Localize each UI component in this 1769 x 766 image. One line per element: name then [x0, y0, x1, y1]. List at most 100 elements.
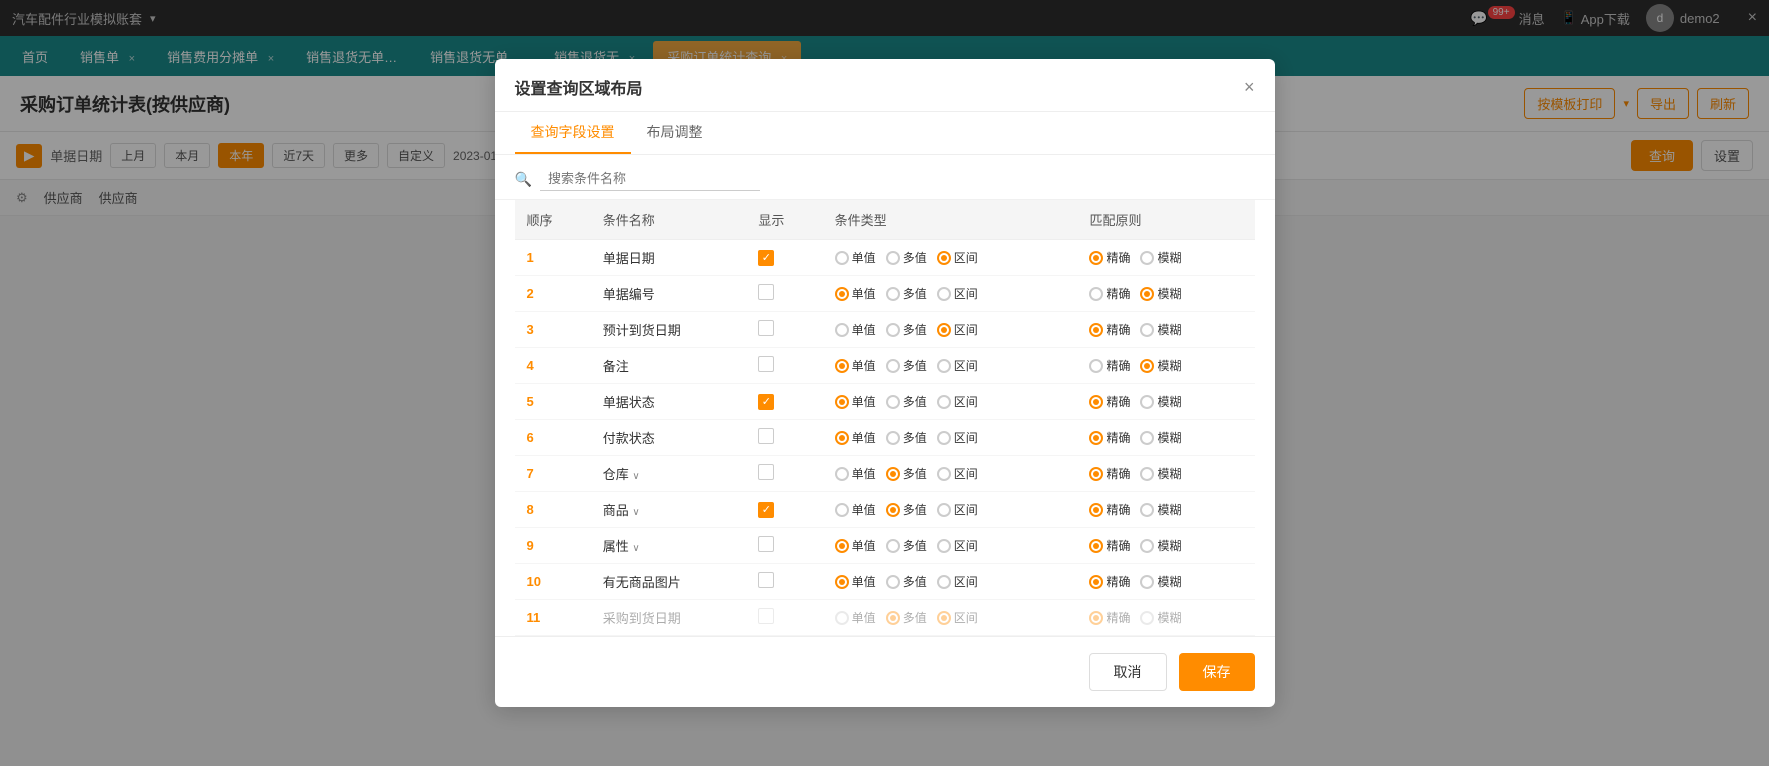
display-checkbox[interactable]	[758, 536, 774, 552]
modal-overlay[interactable]: 设置查询区域布局 × 查询字段设置 布局调整 🔍 顺序 条件名称 显示 条件类型	[0, 0, 1769, 766]
type-range-option[interactable]: 区间	[937, 501, 978, 518]
type-range-radio[interactable]	[937, 323, 951, 337]
search-input[interactable]	[540, 167, 760, 191]
type-range-option[interactable]: 区间	[937, 429, 978, 446]
type-single-option[interactable]: 单值	[835, 573, 876, 590]
modal-tab-layout[interactable]: 布局调整	[631, 112, 719, 154]
match-exact-radio[interactable]	[1089, 359, 1103, 373]
type-multi-option[interactable]: 多值	[886, 321, 927, 338]
type-range-radio[interactable]	[937, 251, 951, 265]
dropdown-icon[interactable]: ∨	[632, 507, 639, 518]
type-multi-radio[interactable]	[886, 395, 900, 409]
type-range-radio[interactable]	[937, 467, 951, 481]
type-range-radio[interactable]	[937, 503, 951, 517]
match-fuzzy-radio[interactable]	[1140, 431, 1154, 445]
match-exact-option[interactable]: 精确	[1089, 429, 1130, 446]
type-multi-option[interactable]: 多值	[886, 429, 927, 446]
type-multi-radio[interactable]	[886, 467, 900, 481]
match-exact-option[interactable]: 精确	[1089, 501, 1130, 518]
type-multi-radio[interactable]	[886, 611, 900, 625]
match-fuzzy-option[interactable]: 模糊	[1140, 609, 1181, 626]
type-multi-radio[interactable]	[886, 575, 900, 589]
type-single-radio[interactable]	[835, 467, 849, 481]
type-multi-option[interactable]: 多值	[886, 465, 927, 482]
type-single-radio[interactable]	[835, 323, 849, 337]
match-fuzzy-radio[interactable]	[1140, 611, 1154, 625]
match-exact-option[interactable]: 精确	[1089, 609, 1130, 626]
match-exact-radio[interactable]	[1089, 287, 1103, 301]
row-display[interactable]: ✓	[746, 384, 822, 420]
type-multi-radio[interactable]	[886, 251, 900, 265]
type-multi-option[interactable]: 多值	[886, 573, 927, 590]
display-checkbox[interactable]: ✓	[758, 250, 774, 266]
match-exact-radio[interactable]	[1089, 539, 1103, 553]
row-display[interactable]	[746, 420, 822, 456]
type-multi-option[interactable]: 多值	[886, 609, 927, 626]
match-fuzzy-radio[interactable]	[1140, 323, 1154, 337]
type-multi-option[interactable]: 多值	[886, 501, 927, 518]
type-range-radio[interactable]	[937, 431, 951, 445]
type-multi-option[interactable]: 多值	[886, 537, 927, 554]
type-single-option[interactable]: 单值	[835, 285, 876, 302]
match-exact-radio[interactable]	[1089, 395, 1103, 409]
match-exact-radio[interactable]	[1089, 575, 1103, 589]
match-exact-option[interactable]: 精确	[1089, 465, 1130, 482]
type-multi-radio[interactable]	[886, 539, 900, 553]
match-exact-radio[interactable]	[1089, 611, 1103, 625]
type-single-option[interactable]: 单值	[835, 357, 876, 374]
match-exact-option[interactable]: 精确	[1089, 537, 1130, 554]
row-display[interactable]	[746, 348, 822, 384]
type-range-radio[interactable]	[937, 539, 951, 553]
match-fuzzy-radio[interactable]	[1140, 287, 1154, 301]
row-display[interactable]	[746, 456, 822, 492]
match-fuzzy-option[interactable]: 模糊	[1140, 321, 1181, 338]
match-fuzzy-radio[interactable]	[1140, 503, 1154, 517]
type-range-option[interactable]: 区间	[937, 609, 978, 626]
display-checkbox[interactable]	[758, 356, 774, 372]
type-multi-option[interactable]: 多值	[886, 393, 927, 410]
type-single-radio[interactable]	[835, 611, 849, 625]
display-checkbox[interactable]	[758, 284, 774, 300]
match-exact-option[interactable]: 精确	[1089, 321, 1130, 338]
type-range-option[interactable]: 区间	[937, 537, 978, 554]
type-multi-radio[interactable]	[886, 323, 900, 337]
match-fuzzy-option[interactable]: 模糊	[1140, 285, 1181, 302]
type-single-radio[interactable]	[835, 395, 849, 409]
type-range-option[interactable]: 区间	[937, 249, 978, 266]
type-single-radio[interactable]	[835, 251, 849, 265]
row-display[interactable]	[746, 312, 822, 348]
row-display[interactable]	[746, 600, 822, 636]
match-exact-radio[interactable]	[1089, 431, 1103, 445]
match-fuzzy-option[interactable]: 模糊	[1140, 465, 1181, 482]
match-fuzzy-option[interactable]: 模糊	[1140, 393, 1181, 410]
type-single-option[interactable]: 单值	[835, 465, 876, 482]
type-range-option[interactable]: 区间	[937, 285, 978, 302]
row-display[interactable]: ✓	[746, 492, 822, 528]
type-multi-radio[interactable]	[886, 287, 900, 301]
match-fuzzy-option[interactable]: 模糊	[1140, 573, 1181, 590]
type-multi-option[interactable]: 多值	[886, 285, 927, 302]
display-checkbox[interactable]	[758, 572, 774, 588]
type-range-option[interactable]: 区间	[937, 465, 978, 482]
display-checkbox[interactable]	[758, 320, 774, 336]
type-range-radio[interactable]	[937, 395, 951, 409]
save-button[interactable]: 保存	[1179, 653, 1255, 691]
display-checkbox[interactable]	[758, 608, 774, 624]
type-single-option[interactable]: 单值	[835, 537, 876, 554]
type-single-radio[interactable]	[835, 539, 849, 553]
modal-tab-query-fields[interactable]: 查询字段设置	[515, 112, 631, 154]
display-checkbox[interactable]	[758, 428, 774, 444]
match-fuzzy-option[interactable]: 模糊	[1140, 429, 1181, 446]
match-fuzzy-radio[interactable]	[1140, 575, 1154, 589]
type-range-radio[interactable]	[937, 575, 951, 589]
modal-close-button[interactable]: ×	[1244, 77, 1255, 98]
type-multi-option[interactable]: 多值	[886, 249, 927, 266]
row-display[interactable]: ✓	[746, 240, 822, 276]
type-multi-radio[interactable]	[886, 503, 900, 517]
type-single-option[interactable]: 单值	[835, 429, 876, 446]
display-checkbox[interactable]: ✓	[758, 394, 774, 410]
match-fuzzy-radio[interactable]	[1140, 467, 1154, 481]
type-single-option[interactable]: 单值	[835, 393, 876, 410]
row-display[interactable]	[746, 528, 822, 564]
type-single-option[interactable]: 单值	[835, 501, 876, 518]
